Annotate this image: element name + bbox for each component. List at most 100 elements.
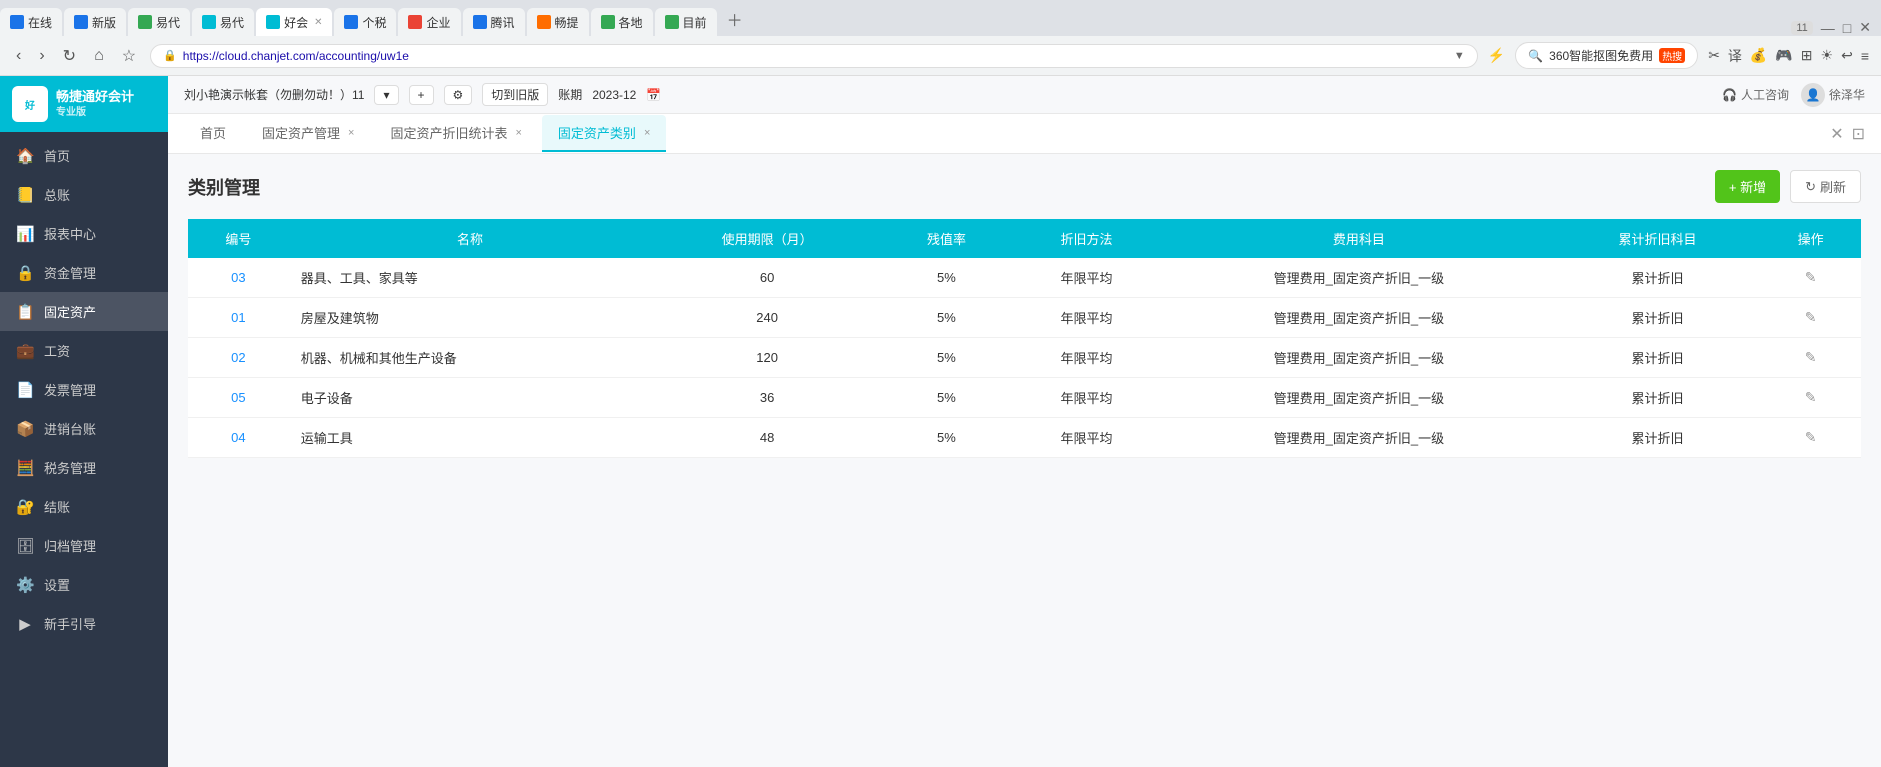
- edit-button[interactable]: ✎: [1805, 389, 1817, 406]
- tab-category-label: 固定资产类别: [558, 123, 636, 142]
- grid-icon[interactable]: ⊞: [1801, 47, 1813, 64]
- tab-home[interactable]: 首页: [184, 115, 242, 152]
- search-bar[interactable]: 🔍 360智能抠图免费用 热搜: [1515, 42, 1698, 69]
- back-button[interactable]: ‹: [12, 45, 25, 67]
- minimize-icon[interactable]: —: [1821, 20, 1835, 36]
- tab-panel-close-icon[interactable]: ✕: [1830, 124, 1843, 144]
- cell-residual: 5%: [883, 298, 1010, 338]
- user-avatar[interactable]: 👤 徐泽华: [1801, 83, 1865, 107]
- table-row: 03 器具、工具、家具等 60 5% 年限平均 管理费用_固定资产折旧_一级 累…: [188, 258, 1861, 298]
- browser-tab-2[interactable]: 新版: [64, 8, 126, 36]
- browser-tab-11[interactable]: 目前: [655, 8, 717, 36]
- browser-tab-5[interactable]: 好会 ✕: [256, 8, 332, 36]
- edit-button[interactable]: ✎: [1805, 269, 1817, 286]
- dropdown-account-button[interactable]: ▾: [374, 85, 398, 105]
- sidebar-item-home[interactable]: 🏠 首页: [0, 136, 168, 175]
- game-icon[interactable]: 🎮: [1775, 47, 1792, 64]
- browser-tab-9[interactable]: 畅提: [527, 8, 589, 36]
- url-dropdown-icon[interactable]: ▼: [1454, 50, 1465, 62]
- browser-tab-8[interactable]: 腾讯: [463, 8, 525, 36]
- sidebar-item-fixed-assets[interactable]: 📋 固定资产: [0, 292, 168, 331]
- sidebar-item-tax[interactable]: 🧮 税务管理: [0, 448, 168, 487]
- tab-favicon: [408, 15, 422, 29]
- translate-icon[interactable]: 译: [1728, 46, 1742, 66]
- sidebar-item-inventory[interactable]: 📦 进销台账: [0, 409, 168, 448]
- sidebar-item-closing[interactable]: 🔐 结账: [0, 487, 168, 526]
- settings-gear-button[interactable]: ⚙: [444, 85, 473, 105]
- browser-tab-1[interactable]: 在线: [0, 8, 62, 36]
- tab-label: 易代: [156, 14, 180, 31]
- tab-close-icon[interactable]: ×: [348, 127, 354, 139]
- sidebar-item-ledger[interactable]: 📒 总账: [0, 175, 168, 214]
- col-expense: 费用科目: [1163, 219, 1555, 258]
- cell-expense: 管理费用_固定资产折旧_一级: [1163, 418, 1555, 458]
- new-tab-button[interactable]: ＋: [719, 8, 751, 36]
- calendar-icon[interactable]: 📅: [646, 88, 661, 102]
- cell-residual: 5%: [883, 338, 1010, 378]
- sidebar-item-archive[interactable]: 🗄 归档管理: [0, 526, 168, 565]
- reload-button[interactable]: ↻: [59, 44, 80, 68]
- cell-depreciation: 累计折旧: [1555, 378, 1760, 418]
- sidebar-item-label: 结账: [44, 497, 70, 516]
- edit-button[interactable]: ✎: [1805, 349, 1817, 366]
- add-account-button[interactable]: +: [409, 85, 434, 105]
- sidebar-item-payroll[interactable]: 💼 工资: [0, 331, 168, 370]
- tab-panel-expand-icon[interactable]: ⊡: [1852, 124, 1865, 144]
- sidebar-item-invoice[interactable]: 📄 发票管理: [0, 370, 168, 409]
- maximize-icon[interactable]: □: [1843, 20, 1851, 36]
- cell-action[interactable]: ✎: [1760, 378, 1861, 418]
- menu-icon[interactable]: ≡: [1861, 48, 1869, 64]
- wallet-icon[interactable]: 💰: [1750, 47, 1767, 64]
- refresh-button[interactable]: ↻ 刷新: [1790, 170, 1861, 203]
- browser-tab-6[interactable]: 个税: [334, 8, 396, 36]
- sidebar-item-label: 首页: [44, 146, 70, 165]
- cell-action[interactable]: ✎: [1760, 338, 1861, 378]
- sidebar-item-guide[interactable]: ▶ 新手引导: [0, 604, 168, 643]
- bookmark-button[interactable]: ☆: [118, 44, 140, 68]
- url-bar[interactable]: 🔒 https://cloud.chanjet.com/accounting/u…: [150, 44, 1478, 68]
- cell-method: 年限平均: [1010, 258, 1163, 298]
- scissors-icon[interactable]: ✂: [1708, 47, 1720, 64]
- cell-action[interactable]: ✎: [1760, 258, 1861, 298]
- browser-tab-3[interactable]: 易代: [128, 8, 190, 36]
- sidebar-item-finance[interactable]: 🔒 资金管理: [0, 253, 168, 292]
- add-button[interactable]: + 新增: [1715, 170, 1780, 203]
- cell-action[interactable]: ✎: [1760, 298, 1861, 338]
- browser-tab-10[interactable]: 各地: [591, 8, 653, 36]
- edit-button[interactable]: ✎: [1805, 429, 1817, 446]
- sidebar-item-settings[interactable]: ⚙️ 设置: [0, 565, 168, 604]
- sidebar-item-reports[interactable]: 📊 报表中心: [0, 214, 168, 253]
- tab-favicon: [665, 15, 679, 29]
- browser-tab-4[interactable]: 易代: [192, 8, 254, 36]
- tab-favicon: [138, 15, 152, 29]
- cell-code: 03: [188, 258, 289, 298]
- sidebar-item-label: 总账: [44, 185, 70, 204]
- undo-icon[interactable]: ↩: [1841, 47, 1853, 64]
- browser-tab-7[interactable]: 企业: [398, 8, 460, 36]
- brightness-icon[interactable]: ☀: [1821, 47, 1834, 64]
- tab-depreciation[interactable]: 固定资产折旧统计表 ×: [374, 115, 537, 152]
- cell-code: 05: [188, 378, 289, 418]
- toolbar-icons: ✂ 译 💰 🎮 ⊞ ☀ ↩ ≡: [1708, 46, 1869, 66]
- customer-service-button[interactable]: 🎧 人工咨询: [1722, 86, 1789, 103]
- tab-close-icon[interactable]: ×: [515, 127, 521, 139]
- home-button[interactable]: ⌂: [90, 45, 108, 67]
- cell-action[interactable]: ✎: [1760, 418, 1861, 458]
- logo-title: 畅捷通好会计: [56, 89, 134, 106]
- tab-close-icon[interactable]: ×: [644, 127, 650, 139]
- tab-close-icon[interactable]: ✕: [314, 17, 322, 28]
- col-method: 折旧方法: [1010, 219, 1163, 258]
- app-container: 好 畅捷通好会计 专业版 🏠 首页 📒 总账 📊 报表中心: [0, 76, 1881, 767]
- switch-version-button[interactable]: 切到旧版: [482, 83, 548, 106]
- service-label: 人工咨询: [1741, 86, 1789, 103]
- close-icon[interactable]: ✕: [1859, 19, 1871, 36]
- extension-icon[interactable]: ⚡: [1488, 47, 1505, 64]
- tab-fixed-mgmt[interactable]: 固定资产管理 ×: [246, 115, 370, 152]
- fixed-assets-icon: 📋: [16, 303, 34, 321]
- tab-category[interactable]: 固定资产类别 ×: [542, 115, 666, 152]
- category-table: 编号 名称 使用期限（月） 残值率 折旧方法 费用科目 累计折旧科目 操作 03…: [188, 219, 1861, 458]
- tab-count-badge: 11: [1791, 21, 1812, 35]
- edit-button[interactable]: ✎: [1805, 309, 1817, 326]
- forward-button[interactable]: ›: [35, 45, 48, 67]
- tab-favicon: [10, 15, 24, 29]
